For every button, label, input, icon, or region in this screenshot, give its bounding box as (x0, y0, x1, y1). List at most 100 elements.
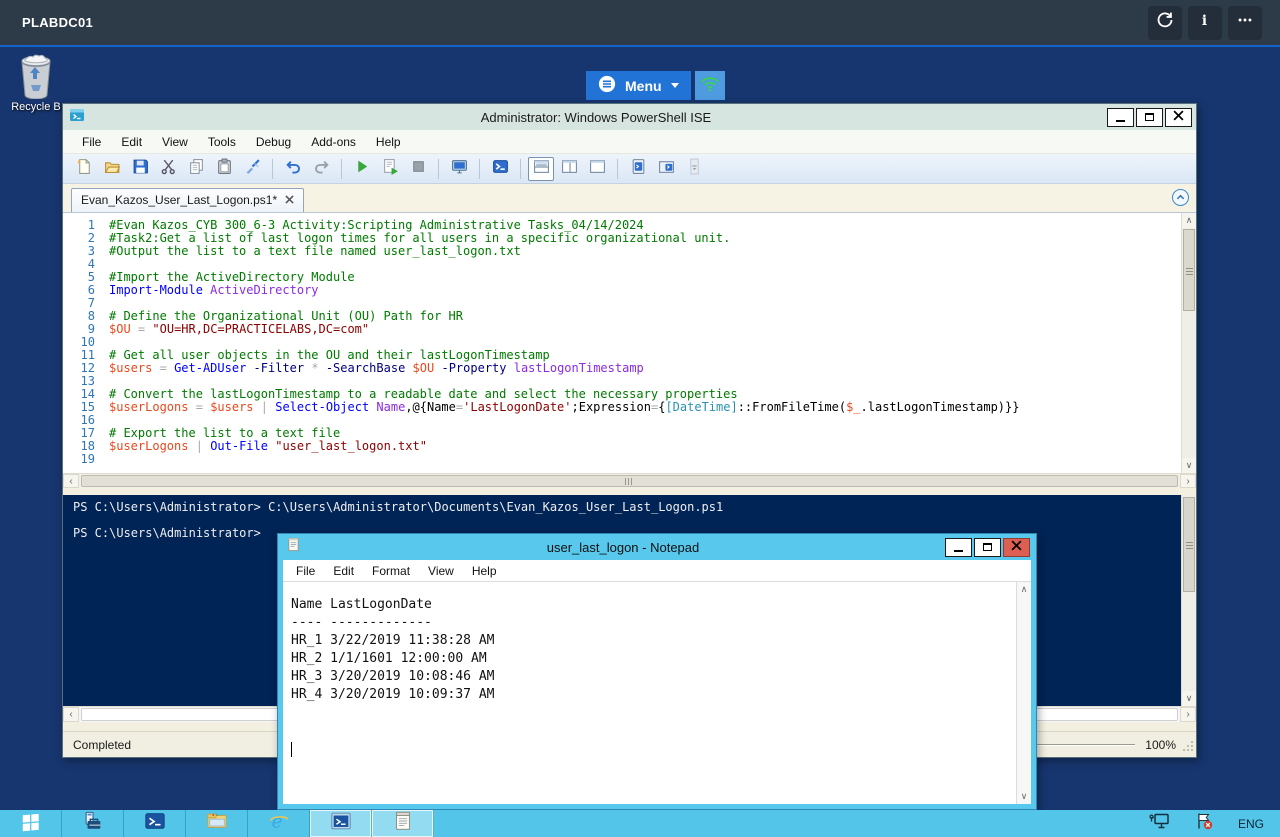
file-explorer-taskbar-button[interactable] (186, 810, 248, 837)
resize-grip-icon[interactable] (1182, 740, 1194, 755)
ise-menu-add-ons[interactable]: Add-ons (302, 132, 365, 152)
show-script-pane-maximized-button[interactable] (584, 157, 610, 181)
internet-explorer-taskbar-button[interactable]: e (248, 810, 310, 837)
copy-button[interactable] (183, 157, 209, 181)
editor-line-12[interactable]: 12$users = Get-ADUser -Filter * -SearchB… (63, 362, 1181, 375)
ise-close-button[interactable] (1165, 108, 1192, 127)
cut-button[interactable] (155, 157, 181, 181)
scroll-down-icon[interactable]: ∨ (1017, 789, 1031, 804)
new-script-button[interactable] (71, 157, 97, 181)
editor-line-19[interactable]: 19 (63, 453, 1181, 466)
start-powershell-exe-button[interactable] (487, 157, 513, 181)
editor-line-18[interactable]: 18$userLogons | Out-File "user_last_logo… (63, 440, 1181, 453)
language-indicator[interactable]: ENG (1238, 817, 1264, 831)
scroll-right-icon[interactable]: › (1180, 474, 1196, 488)
editor-line-6[interactable]: 6Import-Module ActiveDirectory (63, 284, 1181, 297)
editor-horizontal-scrollbar[interactable]: ‹ › (63, 473, 1196, 488)
redo-icon (313, 158, 330, 180)
notepad-text-area[interactable]: Name LastLogonDate---- -------------HR_1… (283, 582, 1031, 804)
ise-menu-help[interactable]: Help (367, 132, 410, 152)
notepad-window-title: user_last_logon - Notepad (301, 540, 945, 555)
new-powershell-tab-button[interactable] (625, 157, 651, 181)
editor-line-15[interactable]: 15$userLogons = $users | Select-Object N… (63, 401, 1181, 414)
start-taskbar-button[interactable] (0, 810, 62, 837)
notepad-maximize-button[interactable] (974, 538, 1001, 557)
zoom-level: 100% (1145, 738, 1176, 752)
stop-operation-button[interactable] (405, 157, 431, 181)
scroll-down-icon[interactable]: ∨ (1182, 691, 1196, 706)
run-script-button[interactable] (349, 157, 375, 181)
notepad-taskbar-button[interactable] (372, 810, 434, 837)
paste-button[interactable] (211, 157, 237, 181)
ise-maximize-button[interactable] (1136, 108, 1163, 127)
toolbar-overflow-button[interactable] (681, 157, 707, 181)
tab-close-icon[interactable] (285, 193, 294, 207)
paste-icon (216, 158, 233, 180)
zoom-slider[interactable] (1025, 736, 1135, 753)
network-tray-icon[interactable] (1149, 813, 1171, 835)
notepad-menu-edit[interactable]: Edit (324, 561, 363, 581)
notepad-menu-file[interactable]: File (287, 561, 324, 581)
redo-button[interactable] (308, 157, 334, 181)
scroll-up-icon[interactable]: ∧ (1017, 582, 1031, 597)
clear-console-pane-button[interactable] (239, 157, 265, 181)
save-button[interactable] (127, 157, 153, 181)
undo-icon (285, 158, 302, 180)
editor-line-9[interactable]: 9$OU = "OU=HR,DC=PRACTICELABS,DC=com" (63, 323, 1181, 336)
lab-menu-button[interactable]: Menu (586, 71, 691, 100)
notepad-menu-help[interactable]: Help (463, 561, 506, 581)
notepad-title-bar[interactable]: user_last_logon - Notepad (283, 534, 1031, 560)
internet-explorer-icon: e (268, 810, 290, 837)
notepad-minimize-button[interactable] (945, 538, 972, 557)
show-script-pane-top-button[interactable] (528, 157, 554, 181)
ise-menu-file[interactable]: File (73, 132, 110, 152)
notepad-menu-view[interactable]: View (419, 561, 463, 581)
powershell-tab-options-button[interactable] (653, 157, 679, 181)
svg-text:e: e (271, 811, 282, 832)
notepad-line-1: Name LastLogonDate (291, 596, 1016, 614)
new-remote-powershell-tab-button[interactable] (446, 157, 472, 181)
recycle-bin[interactable]: Recycle B (8, 53, 64, 113)
ise-menu-tools[interactable]: Tools (199, 132, 245, 152)
notepad-window: user_last_logon - Notepad FileEditFormat… (277, 533, 1037, 810)
show-script-pane-right-button[interactable] (556, 157, 582, 181)
notepad-close-button[interactable] (1003, 538, 1030, 557)
server-manager-taskbar-button[interactable] (62, 810, 124, 837)
script-editor-pane[interactable]: 1#Evan Kazos_CYB 300_6-3 Activity:Script… (63, 212, 1196, 488)
script-tab[interactable]: Evan_Kazos_User_Last_Logon.ps1* (71, 188, 304, 212)
ise-menu-edit[interactable]: Edit (112, 132, 151, 152)
network-status-button[interactable] (695, 71, 725, 100)
notepad-icon (392, 810, 414, 837)
open-script-button[interactable] (99, 157, 125, 181)
ise-minimize-button[interactable] (1107, 108, 1134, 127)
notepad-menu-format[interactable]: Format (363, 561, 419, 581)
close-icon (1011, 538, 1022, 556)
scroll-up-icon[interactable]: ∧ (1182, 213, 1196, 228)
console-line-1[interactable]: PS C:\Users\Administrator> C:\Users\Admi… (73, 501, 1181, 514)
ise-menu-view[interactable]: View (153, 132, 197, 152)
run-selection-button[interactable] (377, 157, 403, 181)
powershell-taskbar-button[interactable] (124, 810, 186, 837)
powershell-ise-icon (330, 810, 352, 837)
powershell-ise-taskbar-button[interactable] (310, 810, 372, 837)
info-button[interactable]: i (1188, 6, 1222, 40)
scroll-down-icon[interactable]: ∨ (1182, 458, 1196, 473)
ise-menu-debug[interactable]: Debug (247, 132, 300, 152)
collapse-pane-button[interactable] (1172, 189, 1189, 206)
scroll-right-icon[interactable]: › (1180, 707, 1196, 722)
editor-line-3[interactable]: 3#Output the list to a text file named u… (63, 245, 1181, 258)
console-vertical-scrollbar[interactable]: ∨ (1181, 495, 1196, 706)
ise-toolbar (63, 154, 1196, 184)
more-options-button[interactable] (1228, 6, 1262, 40)
notification-flag-icon[interactable] (1195, 812, 1214, 835)
undo-button[interactable] (280, 157, 306, 181)
scroll-left-icon[interactable]: ‹ (63, 707, 79, 722)
editor-vertical-scrollbar[interactable]: ∧ ∨ (1181, 213, 1196, 473)
ise-title-bar[interactable]: Administrator: Windows PowerShell ISE (63, 104, 1196, 130)
refresh-button[interactable] (1148, 6, 1182, 40)
notepad-line-6: HR_4 3/20/2019 10:09:37 AM (291, 686, 1016, 704)
status-text: Completed (73, 738, 131, 752)
host-name: PLABDC01 (22, 15, 93, 30)
scroll-left-icon[interactable]: ‹ (63, 474, 79, 488)
notepad-vertical-scrollbar[interactable]: ∧ ∨ (1016, 582, 1031, 804)
